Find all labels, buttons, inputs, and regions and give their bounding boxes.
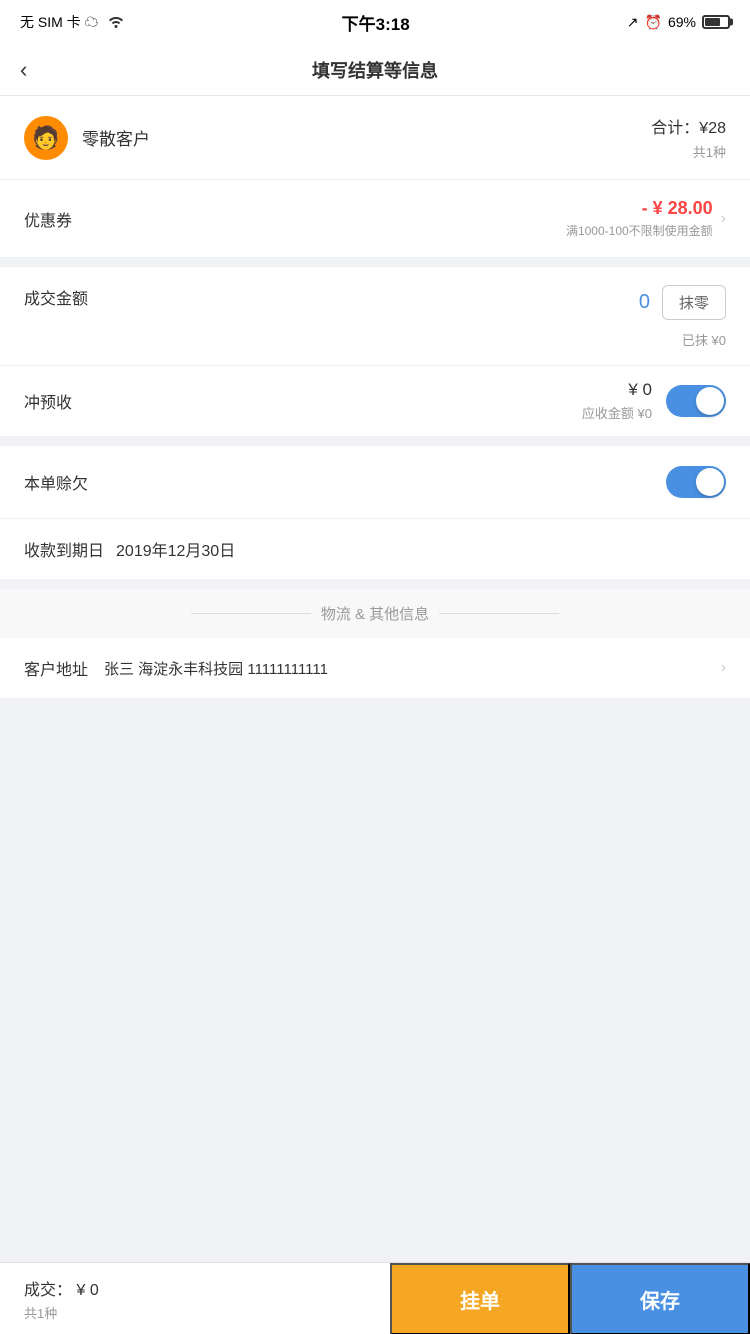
bottom-bar: 成交： ¥ 0 共1种 挂单 保存: [0, 1262, 750, 1334]
logistics-title: 物流 & 其他信息: [24, 603, 726, 624]
logistics-section: 物流 & 其他信息 客户地址 张三 海淀永丰科技园 11111111111 ›: [0, 589, 750, 698]
bottom-count: 共1种: [24, 1303, 366, 1322]
logistics-header: 物流 & 其他信息: [0, 589, 750, 638]
debit-label: 本单赊欠: [24, 470, 88, 494]
coupon-right-text: - ¥ 28.00 满1000-100不限制使用金额: [566, 198, 713, 239]
status-time: 下午3:18: [342, 10, 410, 35]
transaction-value: 0: [639, 291, 650, 314]
customer-row: 🧑 零散客户 合计：¥28 共1种: [0, 96, 750, 179]
round-button[interactable]: 抹零: [662, 285, 726, 320]
coupon-row[interactable]: 优惠券 - ¥ 28.00 满1000-100不限制使用金额 ›: [0, 179, 750, 257]
battery-icon: [702, 15, 730, 29]
prepay-values: ¥ 0 应收金额 ¥0: [582, 380, 652, 422]
hold-button[interactable]: 挂单: [390, 1263, 570, 1334]
prepay-label: 冲预收: [24, 389, 72, 413]
logistics-line-left: [191, 613, 311, 614]
content: 🧑 零散客户 合计：¥28 共1种 优惠券 - ¥ 28.00 满1000-10…: [0, 96, 750, 908]
bottom-info: 成交： ¥ 0 共1种: [0, 1263, 390, 1334]
debit-toggle[interactable]: [666, 466, 726, 498]
transaction-sub: 已抹 ¥0: [0, 330, 750, 365]
debit-row: 本单赊欠: [0, 446, 750, 518]
bottom-deal-label: 成交：: [24, 1282, 72, 1299]
coupon-desc: 满1000-100不限制使用金额: [566, 222, 713, 239]
prepay-amount: ¥ 0: [582, 380, 652, 400]
date-value: 2019年12月30日: [116, 537, 235, 561]
status-bar: 无 SIM 卡 ☁ 下午3:18 ↗ ⏰ 69%: [0, 0, 750, 44]
address-label: 客户地址: [24, 656, 88, 680]
transaction-label: 成交金额: [24, 285, 88, 309]
coupon-label: 优惠券: [24, 207, 72, 231]
status-left: 无 SIM 卡 ☁: [20, 12, 125, 32]
nav-bar: ‹ 填写结算等信息: [0, 44, 750, 96]
customer-total: 合计：¥28: [651, 114, 726, 138]
battery-percent: 69%: [668, 14, 696, 30]
logistics-line-right: [439, 613, 559, 614]
transaction-row: 成交金额 0 抹零: [0, 267, 750, 330]
transaction-right: 0 抹零: [639, 285, 726, 320]
toggle-knob: [696, 387, 724, 415]
empty-area: [0, 708, 750, 908]
address-chevron: ›: [721, 659, 726, 677]
customer-right: 合计：¥28 共1种: [651, 114, 726, 161]
date-row: 收款到期日 2019年12月30日: [0, 518, 750, 579]
avatar-icon: 🧑: [32, 125, 59, 151]
debit-toggle-knob: [696, 468, 724, 496]
page-title: 填写结算等信息: [312, 57, 438, 83]
status-right: ↗ ⏰ 69%: [627, 14, 730, 31]
wifi-icon: [107, 14, 125, 31]
sim-label: 无 SIM 卡 ☁: [20, 12, 99, 32]
bottom-deal-amount: ¥ 0: [76, 1282, 98, 1299]
customer-left: 🧑 零散客户: [24, 116, 150, 160]
prepay-right: ¥ 0 应收金额 ¥0: [582, 380, 726, 422]
logistics-label: 物流 & 其他信息: [321, 603, 429, 624]
customer-count: 共1种: [651, 142, 726, 161]
prepay-toggle[interactable]: [666, 385, 726, 417]
address-row[interactable]: 客户地址 张三 海淀永丰科技园 11111111111 ›: [0, 638, 750, 698]
prepay-row: 冲预收 ¥ 0 应收金额 ¥0: [0, 365, 750, 436]
location-icon: ↗: [627, 14, 639, 31]
bottom-deal: 成交： ¥ 0: [24, 1276, 366, 1300]
coupon-right: - ¥ 28.00 满1000-100不限制使用金额 ›: [566, 198, 726, 239]
save-button[interactable]: 保存: [570, 1263, 750, 1334]
transaction-section: 成交金额 0 抹零 已抹 ¥0 冲预收 ¥ 0 应收金额 ¥0: [0, 267, 750, 436]
customer-name: 零散客户: [82, 125, 150, 150]
customer-section: 🧑 零散客户 合计：¥28 共1种 优惠券 - ¥ 28.00 满1000-10…: [0, 96, 750, 257]
prepay-receivable: 应收金额 ¥0: [582, 403, 652, 422]
coupon-discount: - ¥ 28.00: [566, 198, 713, 219]
back-button[interactable]: ‹: [20, 57, 27, 83]
date-label: 收款到期日: [24, 537, 104, 561]
debit-section: 本单赊欠 收款到期日 2019年12月30日: [0, 446, 750, 579]
avatar: 🧑: [24, 116, 68, 160]
coupon-chevron: ›: [721, 210, 726, 228]
alarm-icon: ⏰: [645, 14, 662, 31]
address-value: 张三 海淀永丰科技园 11111111111: [104, 658, 721, 679]
